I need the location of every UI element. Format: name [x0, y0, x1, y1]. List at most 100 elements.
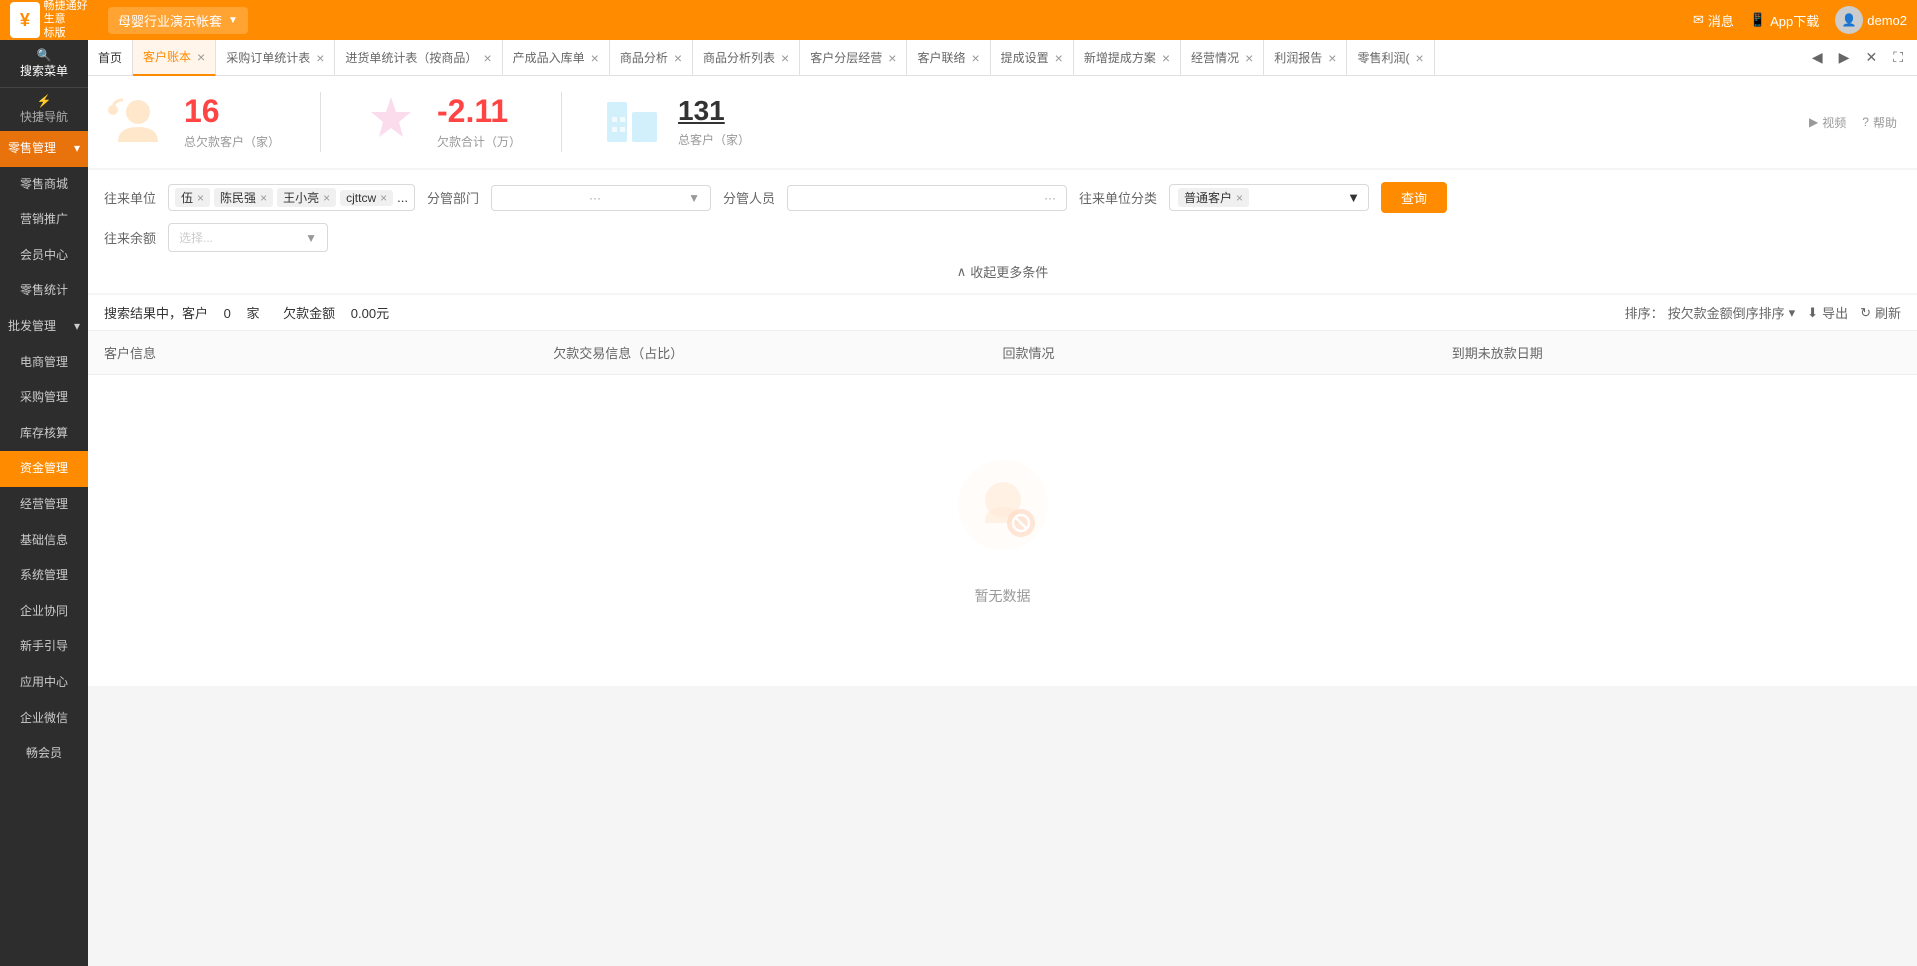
- manager-filter-input[interactable]: ···: [787, 185, 1067, 211]
- sort-arrow-icon: ▾: [1789, 305, 1796, 321]
- manager-filter-label: 分管人员: [723, 188, 775, 207]
- sidebar-item-marketing[interactable]: 营销推广: [0, 202, 88, 238]
- tab-customer-tier[interactable]: 客户分层经营 ×: [800, 40, 907, 76]
- sidebar-item-enterprise-coop[interactable]: 企业协同: [0, 594, 88, 630]
- tab-retailprofit-close[interactable]: ×: [1415, 51, 1423, 65]
- tab-newraise-close[interactable]: ×: [1162, 51, 1170, 65]
- tab-raise-close[interactable]: ×: [1055, 51, 1063, 65]
- tab-operations-close[interactable]: ×: [1245, 51, 1253, 65]
- sidebar-item-vip[interactable]: 畅会员: [0, 736, 88, 772]
- credit-amount-value: -2.11: [437, 94, 521, 129]
- tab-retail-profit[interactable]: 零售利润( ×: [1347, 40, 1434, 76]
- tab-raise-settings[interactable]: 提成设置 ×: [991, 40, 1074, 76]
- unit-category-label: 往来单位分类: [1079, 188, 1157, 207]
- unit-tags-more[interactable]: ...: [397, 190, 408, 205]
- tab-goods-analysis[interactable]: 商品分析 ×: [610, 40, 693, 76]
- query-button[interactable]: 查询: [1381, 182, 1447, 213]
- tab-purchasestat-close[interactable]: ×: [483, 51, 491, 65]
- tab-customer-contact[interactable]: 客户联络 ×: [907, 40, 990, 76]
- tab-operations[interactable]: 经营情况 ×: [1181, 40, 1264, 76]
- video-icon: ▶: [1809, 115, 1818, 129]
- unit-tag-wu-remove[interactable]: ×: [197, 191, 204, 205]
- tab-scroll-left[interactable]: ◀: [1806, 49, 1829, 66]
- tab-product-close[interactable]: ×: [591, 51, 599, 65]
- tab-purchase-stat[interactable]: 进货单统计表（按商品） ×: [335, 40, 502, 76]
- tab-bar: 首页 客户账本 × 采购订单统计表 × 进货单统计表（按商品） × 产成品入库单…: [88, 40, 1917, 76]
- unit-tag-cj[interactable]: cjttcw ×: [340, 190, 393, 206]
- tab-customertier-close[interactable]: ×: [888, 51, 896, 65]
- main-content: 16 总欠款客户（家） -2.11 欠款合计（万）: [88, 76, 1917, 966]
- unit-tag-cj-remove[interactable]: ×: [380, 191, 387, 205]
- unit-category-filter[interactable]: 普通客户 × ▼: [1169, 184, 1369, 211]
- sidebar-item-system[interactable]: 系统管理: [0, 558, 88, 594]
- collapse-button[interactable]: ∧ 收起更多条件: [957, 262, 1049, 281]
- manager-more-icon: ···: [1044, 191, 1056, 205]
- tab-close-all[interactable]: ✕: [1859, 49, 1883, 66]
- sidebar-item-retail-mgmt[interactable]: 零售管理 ▾: [0, 131, 88, 167]
- sidebar-item-enterprise-wechat[interactable]: 企业微信: [0, 701, 88, 737]
- help-btn[interactable]: ? 帮助: [1862, 114, 1897, 131]
- search-icon: 🔍: [37, 48, 52, 62]
- top-header: ¥ 畅捷通好生意 标版 母婴行业演示帐套 ▼ ✉ 消息 📱 App下载 👤 de…: [0, 0, 1917, 40]
- sidebar-item-ecommerce[interactable]: 电商管理: [0, 345, 88, 381]
- org-selector[interactable]: 母婴行业演示帐套 ▼: [108, 7, 248, 34]
- credit-amount-label: 欠款合计（万）: [437, 133, 521, 150]
- sidebar-quick-nav[interactable]: ⚡ 快捷导航: [0, 88, 88, 131]
- unit-tag-wang[interactable]: 王小亮 ×: [277, 188, 336, 207]
- tab-customercontact-close[interactable]: ×: [971, 51, 979, 65]
- unit-tag-chen-remove[interactable]: ×: [260, 191, 267, 205]
- sidebar-item-purchase[interactable]: 采购管理: [0, 380, 88, 416]
- sidebar-item-inventory[interactable]: 库存核算: [0, 416, 88, 452]
- sidebar-item-basic-info[interactable]: 基础信息: [0, 523, 88, 559]
- total-customers-label: 总客户（家）: [678, 131, 750, 148]
- wholesale-arrow-icon: ▾: [74, 319, 80, 335]
- tab-maximize[interactable]: ⛶: [1887, 49, 1909, 66]
- tab-actions: ◀ ▶ ✕ ⛶: [1806, 49, 1917, 66]
- dept-filter-dropdown[interactable]: ··· ▼: [491, 185, 711, 211]
- sidebar-item-wholesale[interactable]: 批发管理 ▾: [0, 309, 88, 345]
- unit-tag-chen[interactable]: 陈民强 ×: [214, 188, 273, 207]
- total-customers-icon: [602, 92, 662, 152]
- balance-arrow-icon: ▼: [305, 231, 317, 245]
- sidebar-item-capital[interactable]: 资金管理: [0, 451, 88, 487]
- tab-profitreport-close[interactable]: ×: [1328, 51, 1336, 65]
- tab-purchase-orders[interactable]: 采购订单统计表 ×: [216, 40, 335, 76]
- tab-accounts-close[interactable]: ×: [197, 50, 205, 64]
- user-menu[interactable]: 👤 demo2: [1835, 6, 1907, 34]
- dept-filter-label: 分管部门: [427, 188, 479, 207]
- messages-btn[interactable]: ✉ 消息: [1693, 11, 1734, 30]
- credit-customers-label: 总欠款客户（家）: [184, 133, 280, 150]
- unit-tag-wang-remove[interactable]: ×: [323, 191, 330, 205]
- balance-filter-dropdown[interactable]: 选择... ▼: [168, 223, 328, 252]
- unit-category-remove[interactable]: ×: [1236, 191, 1243, 205]
- unit-tag-wu[interactable]: 伍 ×: [175, 188, 210, 207]
- sidebar-item-member-center[interactable]: 会员中心: [0, 238, 88, 274]
- tab-goods-analysis-list[interactable]: 商品分析列表 ×: [693, 40, 800, 76]
- refresh-button[interactable]: ↻ 刷新: [1860, 303, 1901, 322]
- credit-amount-icon: [361, 92, 421, 152]
- table-container: 客户信息 欠款交易信息（占比） 回款情况 到期未放款日期: [88, 331, 1917, 686]
- sidebar-search[interactable]: 🔍 搜索菜单: [0, 40, 88, 88]
- app-download-btn[interactable]: 📱 App下载: [1750, 11, 1819, 30]
- sidebar-item-retail-mall[interactable]: 零售商城: [0, 167, 88, 203]
- export-button[interactable]: ⬇ 导出: [1807, 303, 1848, 322]
- tab-profit-report[interactable]: 利润报告 ×: [1264, 40, 1347, 76]
- tab-goodslist-close[interactable]: ×: [781, 51, 789, 65]
- sidebar-item-app-center[interactable]: 应用中心: [0, 665, 88, 701]
- tab-scroll-right[interactable]: ▶: [1833, 49, 1856, 66]
- tab-accounts[interactable]: 客户账本 ×: [133, 40, 216, 76]
- tab-new-raise[interactable]: 新增提成方案 ×: [1074, 40, 1181, 76]
- video-btn[interactable]: ▶ 视频: [1809, 114, 1846, 131]
- tab-home[interactable]: 首页: [88, 40, 133, 76]
- unit-filter-tags[interactable]: 伍 × 陈民强 × 王小亮 ×: [168, 184, 415, 211]
- unit-filter-label: 往来单位: [104, 188, 156, 207]
- tab-goodsanalysis-close[interactable]: ×: [674, 51, 682, 65]
- tab-purchase-close[interactable]: ×: [316, 51, 324, 65]
- sidebar-item-retail-stats[interactable]: 零售统计: [0, 273, 88, 309]
- header-right: ✉ 消息 📱 App下载 👤 demo2: [1693, 6, 1907, 34]
- tab-product-entry[interactable]: 产成品入库单 ×: [503, 40, 610, 76]
- sort-button[interactable]: 排序： 按欠款金额倒序排序 ▾: [1625, 303, 1796, 322]
- unit-category-tag[interactable]: 普通客户 ×: [1178, 188, 1249, 207]
- sidebar-item-operations[interactable]: 经营管理: [0, 487, 88, 523]
- sidebar-item-new-user[interactable]: 新手引导: [0, 629, 88, 665]
